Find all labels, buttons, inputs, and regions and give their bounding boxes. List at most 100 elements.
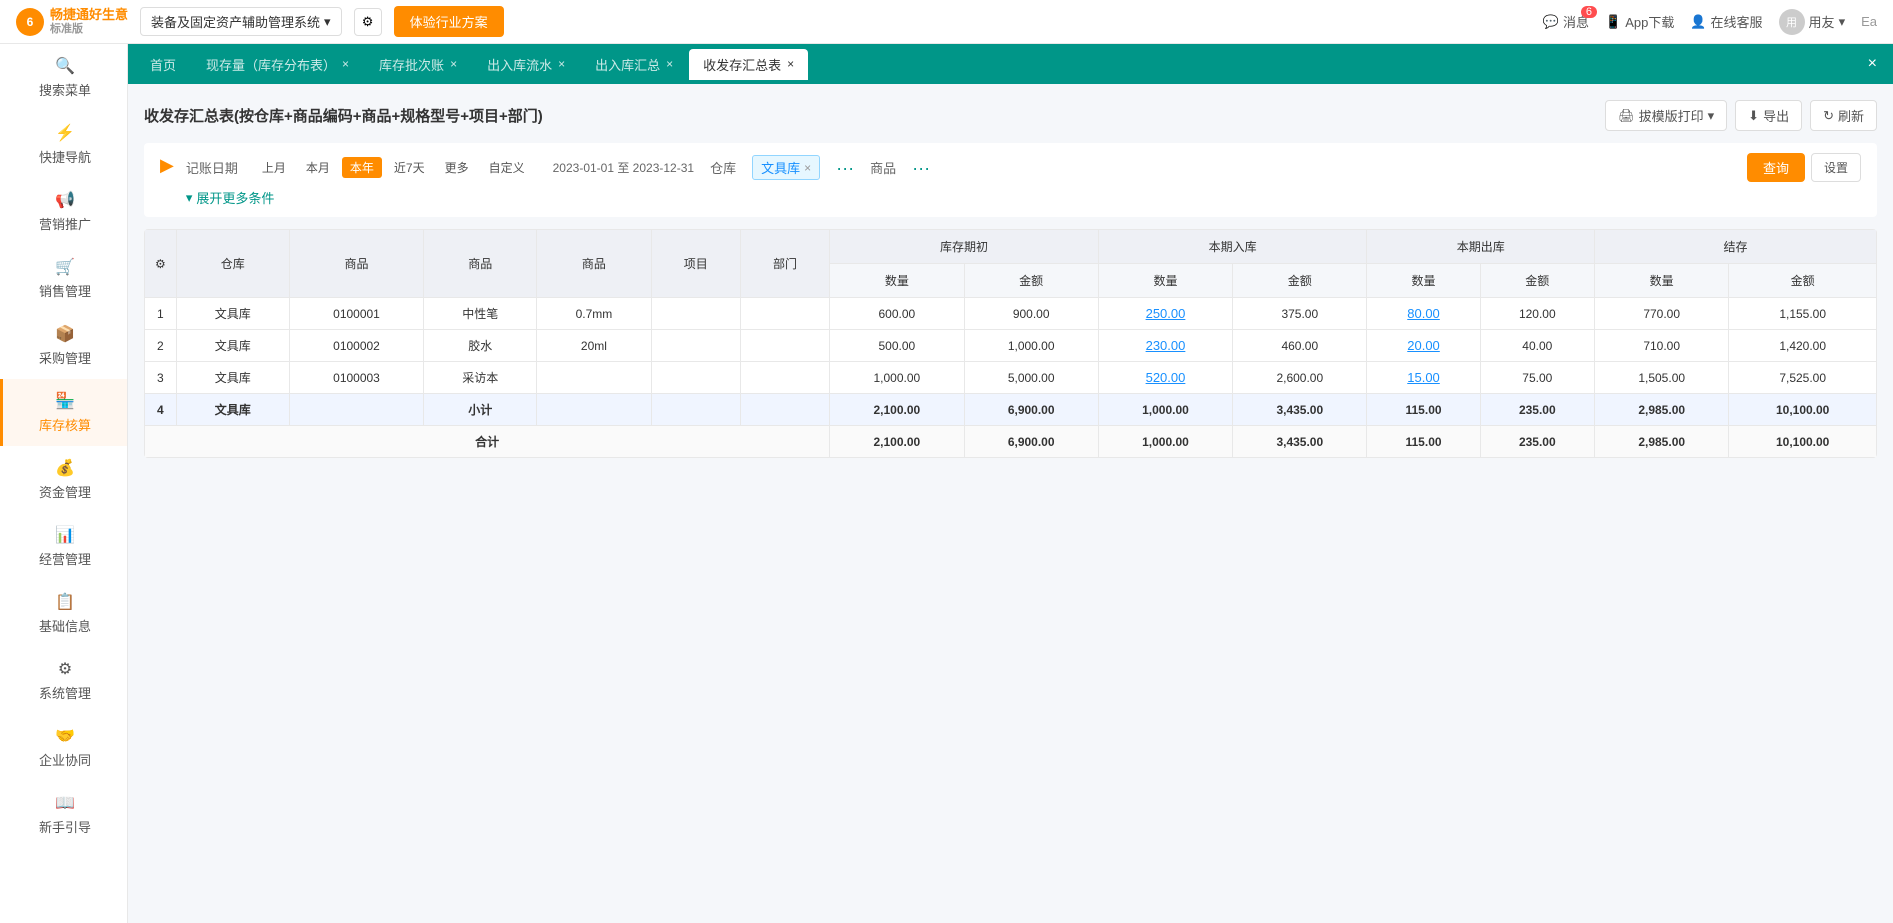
warehouse-tag-close[interactable]: × bbox=[804, 161, 811, 175]
table-container: ⚙ 仓库 商品 商品 商品 项目 部门 库存期初 本期入库 本期出库 结存 bbox=[144, 229, 1877, 458]
link-value[interactable]: 520.00 bbox=[1146, 370, 1186, 385]
tab-summary-main[interactable]: 收发存汇总表 × bbox=[689, 49, 808, 80]
query-button[interactable]: 查询 bbox=[1747, 153, 1805, 182]
col-out-qty-header: 数量 bbox=[1367, 264, 1480, 298]
link-value[interactable]: 80.00 bbox=[1407, 306, 1440, 321]
logo-area: 6 畅捷通好生意 标准版 bbox=[16, 7, 128, 36]
shortcut-7days[interactable]: 近7天 bbox=[386, 157, 433, 178]
phone-icon: 📱 bbox=[1605, 14, 1621, 30]
col-settings-header[interactable]: ⚙ bbox=[145, 230, 177, 298]
tab-bar-close-button[interactable]: × bbox=[1860, 55, 1885, 73]
tab-summary-main-label: 收发存汇总表 bbox=[703, 55, 781, 74]
shortcut-this-year[interactable]: 本年 bbox=[342, 157, 382, 178]
sidebar-label-search: 搜索菜单 bbox=[39, 80, 91, 99]
link-value[interactable]: 20.00 bbox=[1407, 338, 1440, 353]
tab-stock-dist[interactable]: 现存量（库存分布表） × bbox=[192, 49, 363, 80]
col-code-header: 商品 bbox=[289, 230, 423, 298]
sidebar-item-purchase[interactable]: 📦 采购管理 bbox=[0, 312, 127, 379]
filter-main-row: 记账日期 上月 本月 本年 近7天 更多 自定义 2023-01-01 至 20… bbox=[186, 153, 1861, 182]
tab-flow-close[interactable]: × bbox=[558, 57, 565, 71]
row-init-qty: 1,000.00 bbox=[830, 362, 964, 394]
date-shortcuts: 上月 本月 本年 近7天 更多 自定义 bbox=[254, 157, 533, 178]
user-area[interactable]: 用 用友 ▾ bbox=[1779, 9, 1846, 35]
row-bal-qty: 1,505.00 bbox=[1595, 362, 1729, 394]
col-bal-header: 结存 bbox=[1595, 230, 1877, 264]
sidebar-item-guide[interactable]: 📖 新手引导 bbox=[0, 781, 127, 848]
row-init-amt: 1,000.00 bbox=[964, 330, 1098, 362]
sidebar-item-business[interactable]: 📊 经营管理 bbox=[0, 513, 127, 580]
tab-batch-close[interactable]: × bbox=[450, 57, 457, 71]
print-button[interactable]: 🖨 拔模版打印 ▾ bbox=[1605, 100, 1727, 131]
row-dept bbox=[740, 298, 829, 330]
tab-stock-dist-close[interactable]: × bbox=[342, 57, 349, 71]
shortcut-more[interactable]: 更多 bbox=[437, 157, 477, 178]
message-icon: 💬 bbox=[1543, 14, 1559, 30]
sidebar-label-business: 经营管理 bbox=[39, 549, 91, 568]
row-out-qty[interactable]: 80.00 bbox=[1367, 298, 1480, 330]
row-out-qty[interactable]: 15.00 bbox=[1367, 362, 1480, 394]
sidebar-item-system[interactable]: ⚙ 系统管理 bbox=[0, 647, 127, 714]
refresh-button[interactable]: ↻ 刷新 bbox=[1810, 100, 1877, 131]
set-button[interactable]: 设置 bbox=[1811, 153, 1861, 182]
search-icon: 🔍 bbox=[55, 56, 75, 76]
row-init-qty: 2,100.00 bbox=[830, 394, 964, 426]
header-left: 6 畅捷通好生意 标准版 装备及固定资产辅助管理系统 ▾ ⚙ 体验行业方案 bbox=[16, 6, 504, 37]
tab-batch[interactable]: 库存批次账 × bbox=[365, 49, 471, 80]
sidebar-item-marketing[interactable]: 📢 营销推广 bbox=[0, 178, 127, 245]
row-in-qty[interactable]: 250.00 bbox=[1098, 298, 1232, 330]
row-in-qty[interactable]: 520.00 bbox=[1098, 362, 1232, 394]
export-button[interactable]: ⬇ 导出 bbox=[1735, 100, 1802, 131]
footer-bal-amt: 10,100.00 bbox=[1729, 426, 1877, 458]
row-spec: 0.7mm bbox=[537, 298, 651, 330]
col-spec-header: 商品 bbox=[537, 230, 651, 298]
link-value[interactable]: 15.00 bbox=[1407, 370, 1440, 385]
shortcut-custom[interactable]: 自定义 bbox=[481, 157, 533, 178]
link-value[interactable]: 250.00 bbox=[1146, 306, 1186, 321]
goods-more[interactable]: ··· bbox=[912, 159, 930, 177]
warehouse-tag-value: 文具库 bbox=[761, 158, 800, 177]
table-row: 3文具库0100003采访本1,000.005,000.00520.002,60… bbox=[145, 362, 1877, 394]
expand-icon: ▾ bbox=[186, 190, 193, 206]
link-value[interactable]: 230.00 bbox=[1146, 338, 1186, 353]
system-selector[interactable]: 装备及固定资产辅助管理系统 ▾ bbox=[140, 7, 342, 36]
sidebar-item-search[interactable]: 🔍 搜索菜单 bbox=[0, 44, 127, 111]
warehouse-more[interactable]: ··· bbox=[836, 159, 854, 177]
tab-summary-io-close[interactable]: × bbox=[666, 57, 673, 71]
shortcut-this-month[interactable]: 本月 bbox=[298, 157, 338, 178]
settings-icon[interactable]: ⚙ bbox=[354, 8, 382, 36]
row-name: 中性笔 bbox=[424, 298, 537, 330]
sidebar-label-finance: 资金管理 bbox=[39, 482, 91, 501]
sidebar-item-sales[interactable]: 🛒 销售管理 bbox=[0, 245, 127, 312]
online-service-button[interactable]: 👤 在线客服 bbox=[1690, 12, 1762, 31]
tab-summary-io[interactable]: 出入库汇总 × bbox=[581, 49, 687, 80]
brand-name: 畅捷通好生意 bbox=[50, 7, 128, 23]
row-warehouse: 文具库 bbox=[176, 330, 289, 362]
sidebar-item-inventory[interactable]: 🏪 库存核算 bbox=[0, 379, 127, 446]
tab-flow[interactable]: 出入库流水 × bbox=[473, 49, 579, 80]
row-code: 0100003 bbox=[289, 362, 423, 394]
row-bal-qty: 710.00 bbox=[1595, 330, 1729, 362]
trial-button[interactable]: 体验行业方案 bbox=[394, 6, 504, 37]
sidebar-item-quick[interactable]: ⚡ 快捷导航 bbox=[0, 111, 127, 178]
message-button[interactable]: 💬 消息 6 bbox=[1543, 12, 1589, 31]
row-init-qty: 500.00 bbox=[830, 330, 964, 362]
date-range: 2023-01-01 至 2023-12-31 bbox=[553, 159, 694, 176]
col-init-amt-header: 金额 bbox=[964, 264, 1098, 298]
row-project bbox=[651, 394, 740, 426]
shortcut-last-month[interactable]: 上月 bbox=[254, 157, 294, 178]
sidebar-item-finance[interactable]: 💰 资金管理 bbox=[0, 446, 127, 513]
sidebar-item-base[interactable]: 📋 基础信息 bbox=[0, 580, 127, 647]
service-icon: 👤 bbox=[1690, 14, 1706, 30]
row-dept bbox=[740, 394, 829, 426]
user-label: 用友 bbox=[1809, 12, 1835, 31]
row-in-qty[interactable]: 230.00 bbox=[1098, 330, 1232, 362]
filter-toggle[interactable]: ▶ bbox=[160, 153, 174, 176]
expand-filter[interactable]: ▾ 展开更多条件 bbox=[186, 188, 1861, 207]
tab-home[interactable]: 首页 bbox=[136, 49, 190, 80]
row-out-qty[interactable]: 20.00 bbox=[1367, 330, 1480, 362]
app-download-button[interactable]: 📱 App下载 bbox=[1605, 12, 1674, 31]
tab-summary-main-close[interactable]: × bbox=[787, 57, 794, 71]
row-no: 2 bbox=[145, 330, 177, 362]
sidebar-item-collab[interactable]: 🤝 企业协同 bbox=[0, 714, 127, 781]
row-bal-qty: 770.00 bbox=[1595, 298, 1729, 330]
